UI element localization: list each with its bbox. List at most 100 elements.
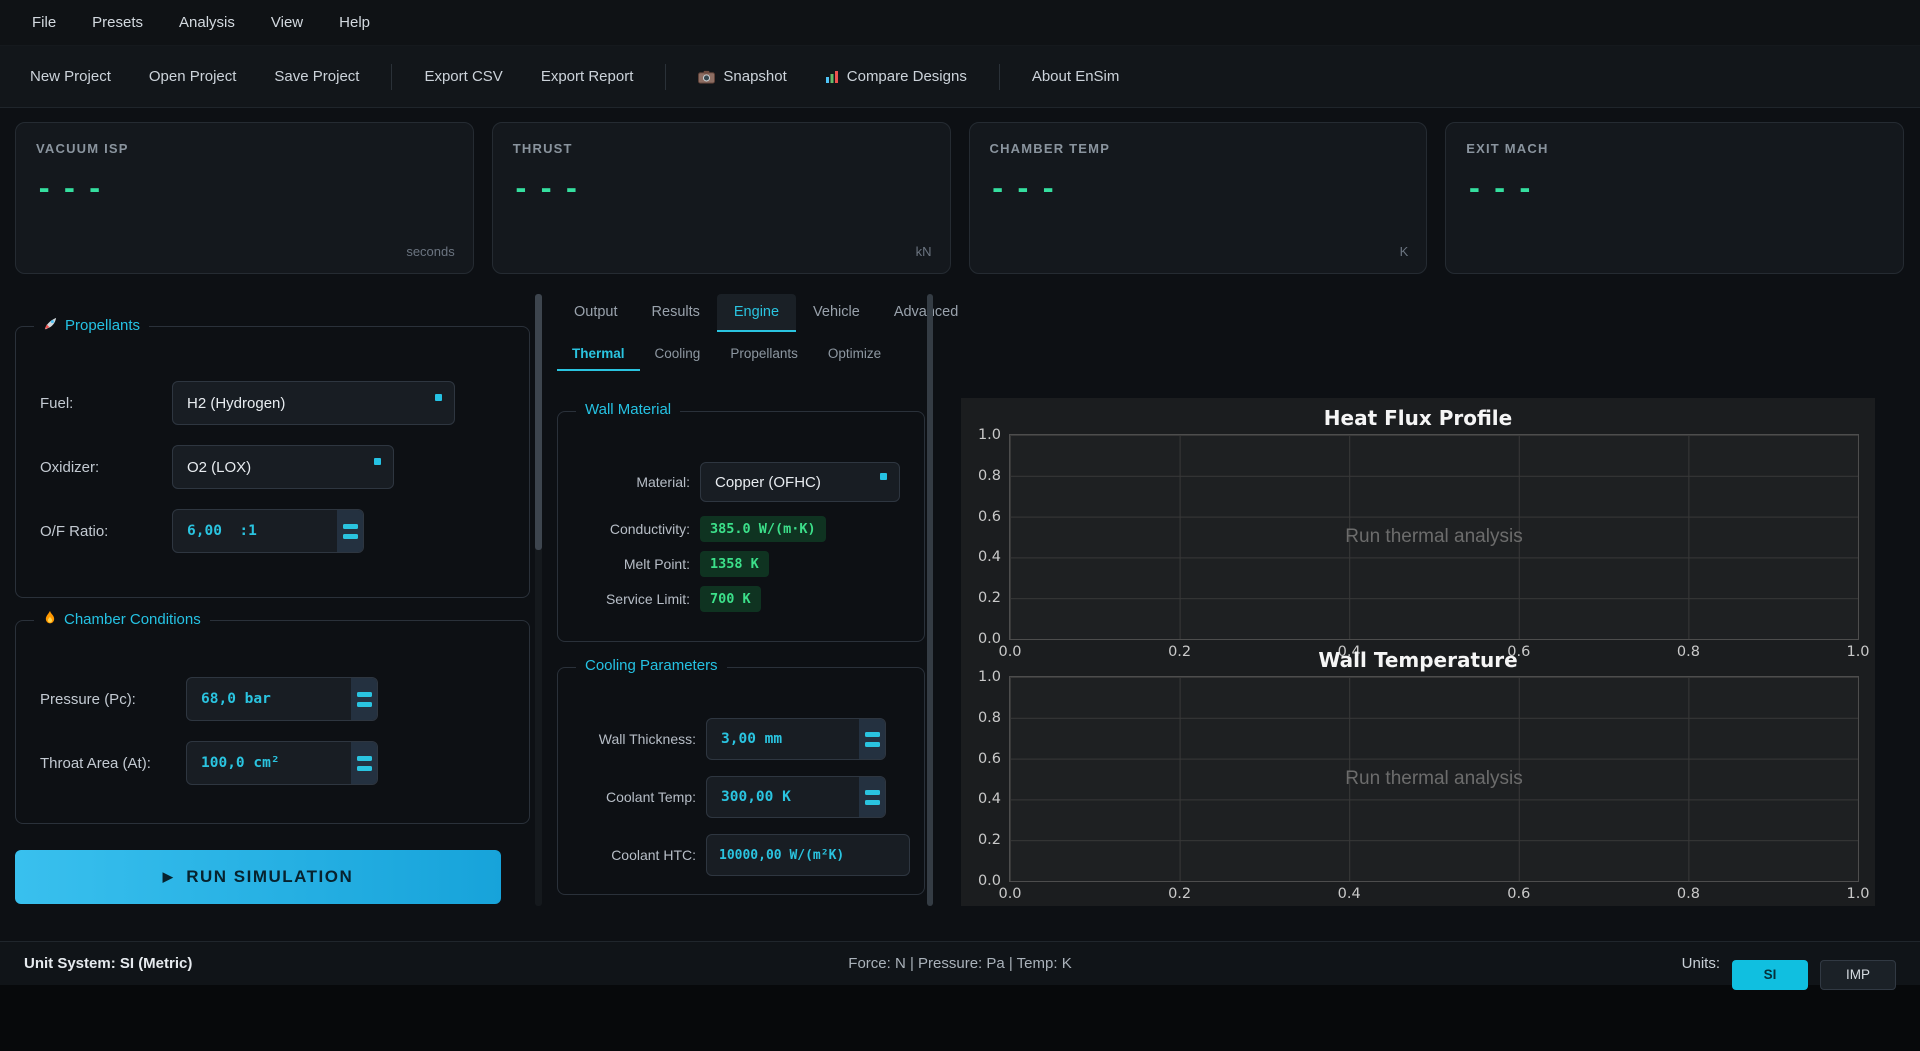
y-tick: 0.8 <box>977 467 1001 484</box>
spinner-buttons[interactable] <box>859 777 885 817</box>
service-limit-label: Service Limit: <box>605 591 690 607</box>
toolbar-snapshot-label: Snapshot <box>723 68 787 85</box>
stat-card-exit-mach: EXIT MACH --- <box>1445 122 1904 274</box>
spinner-buttons[interactable] <box>337 510 363 552</box>
toolbar-compare-designs[interactable]: Compare Designs <box>809 58 983 95</box>
stat-card-vacuum-isp: VACUUM ISP --- seconds <box>15 122 474 274</box>
service-limit-value-badge: 700 K <box>700 586 761 612</box>
coolant-temp-value: 300,00 K <box>721 789 791 805</box>
dropdown-indicator-icon <box>374 458 381 465</box>
stat-card-unit: kN <box>915 244 932 259</box>
throat-area-value: 100,0 cm² <box>201 755 280 771</box>
engine-panel-scrollbar[interactable] <box>927 294 933 906</box>
spinner-buttons[interactable] <box>351 742 377 784</box>
conductivity-value-badge: 385.0 W/(m·K) <box>700 516 826 542</box>
heat-flux-plot-area: 1.0 0.8 0.6 0.4 0.2 0.0 0.0 0.2 0.4 0.6 … <box>978 427 1870 660</box>
scrollbar-thumb[interactable] <box>927 294 933 906</box>
cooling-parameters-group: Cooling Parameters Wall Thickness: 3,00 … <box>557 657 925 895</box>
throat-area-row: Throat Area (At): 100,0 cm² <box>40 741 505 785</box>
menu-help[interactable]: Help <box>325 8 384 37</box>
subtab-optimize[interactable]: Optimize <box>813 338 896 371</box>
fuel-select-value: H2 (Hydrogen) <box>187 394 286 412</box>
unit-system-status: Unit System: SI (Metric) <box>24 955 193 972</box>
heat-flux-chart-title: Heat Flux Profile <box>1323 406 1513 430</box>
spin-up-icon <box>356 755 372 761</box>
run-simulation-label: RUN SIMULATION <box>186 867 354 886</box>
si-units-button[interactable]: SI <box>1732 959 1808 990</box>
oxidizer-row: Oxidizer: O2 (LOX) <box>40 445 505 489</box>
scrollbar-thumb[interactable] <box>535 294 542 550</box>
throat-area-spinbox[interactable]: 100,0 cm² <box>186 741 378 785</box>
heat-flux-chart: Heat Flux Profile 1.0 0.8 0.6 0.4 0.2 0.… <box>961 406 1875 660</box>
subtab-propellants[interactable]: Propellants <box>715 338 813 371</box>
coolant-htc-field[interactable]: 10000,00 W/(m²K) <box>706 834 910 876</box>
spin-up-icon <box>342 523 358 529</box>
engine-panel: Output Results Engine Vehicle Advanced T… <box>557 294 958 895</box>
y-tick: 0.2 <box>977 590 1001 607</box>
spin-down-icon <box>342 533 358 539</box>
subtab-cooling[interactable]: Cooling <box>640 338 716 371</box>
of-ratio-label: O/F Ratio: <box>40 522 109 540</box>
propellants-group: Propellants Fuel: H2 (Hydrogen) Oxidizer… <box>15 316 530 598</box>
oxidizer-label: Oxidizer: <box>40 458 100 476</box>
chamber-conditions-group-title: Chamber Conditions <box>34 610 210 629</box>
x-tick: 0.6 <box>1507 886 1531 902</box>
wall-thickness-spinbox[interactable]: 3,00 mm <box>706 718 886 760</box>
toolbar-open-project[interactable]: Open Project <box>133 58 253 95</box>
x-tick: 0.0 <box>998 886 1022 902</box>
stat-card-value: --- <box>1466 174 1543 205</box>
material-select-value: Copper (OFHC) <box>715 473 821 491</box>
spinner-buttons[interactable] <box>351 678 377 720</box>
y-tick: 0.8 <box>977 709 1001 726</box>
spinner-buttons[interactable] <box>859 719 885 759</box>
menu-analysis[interactable]: Analysis <box>165 8 249 37</box>
of-ratio-spinbox[interactable]: 6,00 :1 <box>172 509 364 553</box>
stat-card-unit: K <box>1399 244 1409 259</box>
coolant-temp-label: Coolant Temp: <box>605 789 696 805</box>
spin-up-icon <box>356 691 372 697</box>
stat-card-value: --- <box>512 174 589 205</box>
conductivity-row: Conductivity: 385.0 W/(m·K) <box>568 516 910 542</box>
imperial-units-button[interactable]: IMP <box>1820 959 1896 990</box>
toolbar: New Project Open Project Save Project Ex… <box>0 46 1920 108</box>
oxidizer-select[interactable]: O2 (LOX) <box>172 445 394 489</box>
melt-point-label: Melt Point: <box>623 556 690 572</box>
material-select[interactable]: Copper (OFHC) <box>700 462 900 502</box>
pressure-spinbox[interactable]: 68,0 bar <box>186 677 378 721</box>
stat-card-value: --- <box>989 174 1066 205</box>
fuel-select[interactable]: H2 (Hydrogen) <box>172 381 455 425</box>
stat-cards-row: VACUUM ISP --- seconds THRUST --- kN CHA… <box>15 122 1904 274</box>
tab-output[interactable]: Output <box>557 294 635 332</box>
oxidizer-select-value: O2 (LOX) <box>187 458 252 476</box>
toolbar-compare-designs-label: Compare Designs <box>846 68 967 85</box>
menu-view[interactable]: View <box>257 8 317 37</box>
coolant-temp-spinbox[interactable]: 300,00 K <box>706 776 886 818</box>
cooling-parameters-group-title: Cooling Parameters <box>576 657 727 674</box>
menu-file[interactable]: File <box>18 8 70 37</box>
toolbar-save-project[interactable]: Save Project <box>258 58 375 95</box>
melt-point-row: Melt Point: 1358 K <box>568 551 910 577</box>
menu-presets[interactable]: Presets <box>78 8 157 37</box>
toolbar-new-project[interactable]: New Project <box>14 58 127 95</box>
tab-engine[interactable]: Engine <box>716 294 797 332</box>
of-ratio-row: O/F Ratio: 6,00 :1 <box>40 509 505 553</box>
toolbar-export-report[interactable]: Export Report <box>525 58 650 95</box>
toolbar-snapshot[interactable]: Snapshot <box>682 58 802 95</box>
spin-down-icon <box>356 765 372 771</box>
subtab-thermal[interactable]: Thermal <box>557 338 640 371</box>
menu-bar: File Presets Analysis View Help <box>0 0 1920 46</box>
units-label: Units: <box>1681 955 1720 972</box>
throat-area-label: Throat Area (At): <box>40 754 151 772</box>
toolbar-separator <box>665 63 667 90</box>
rocket-icon <box>43 316 58 335</box>
run-simulation-button[interactable]: ▶ RUN SIMULATION <box>15 850 501 904</box>
toolbar-about-ensim[interactable]: About EnSim <box>1016 58 1136 95</box>
tab-vehicle[interactable]: Vehicle <box>796 294 877 332</box>
spin-down-icon <box>864 741 880 747</box>
left-panel-scrollbar[interactable] <box>535 294 542 906</box>
units-toggle-area: Units: SI IMP <box>1682 938 1896 990</box>
tab-results[interactable]: Results <box>635 294 717 332</box>
toolbar-export-csv[interactable]: Export CSV <box>408 58 518 95</box>
y-tick: 0.2 <box>977 832 1001 849</box>
pressure-row: Pressure (Pc): 68,0 bar <box>40 677 505 721</box>
